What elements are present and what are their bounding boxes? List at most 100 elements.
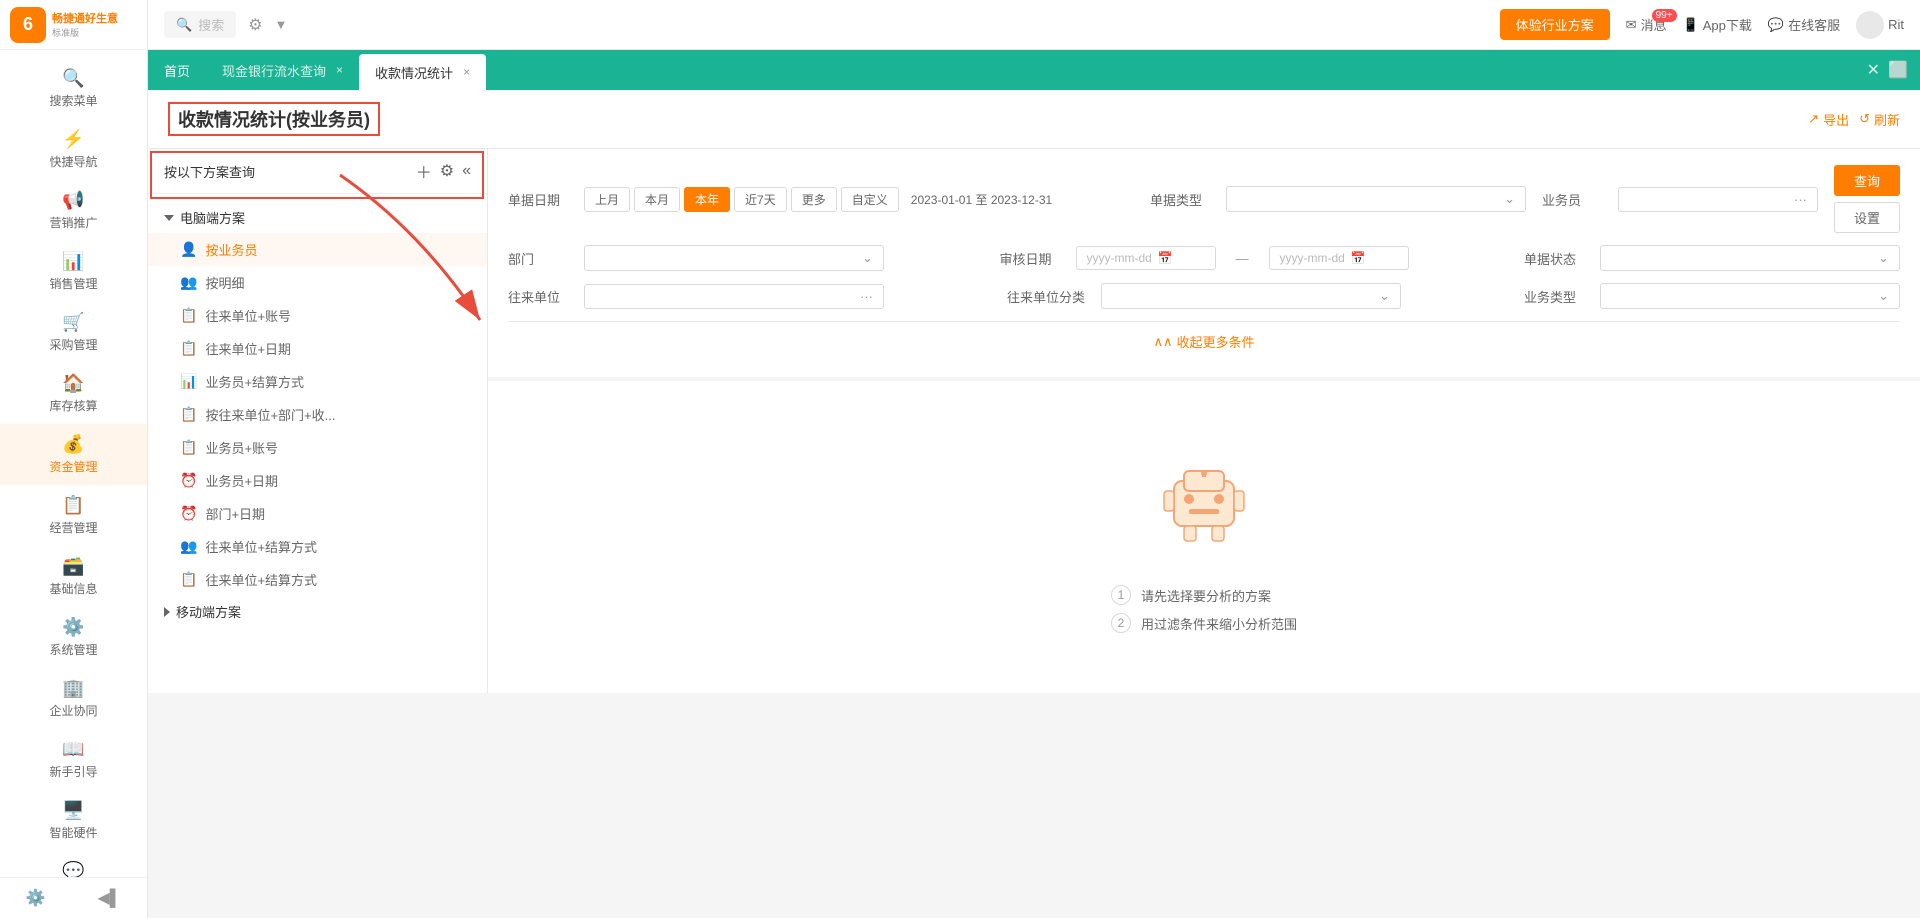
partner-dept-label: 按往来单位+部门+收...	[205, 405, 335, 424]
sidebar-item-wechat[interactable]: 💬 企业微信	[0, 851, 147, 877]
scheme-item-partner-settlement1[interactable]: 👥 往来单位+结算方式	[148, 530, 487, 563]
avatar	[1856, 11, 1884, 39]
close-bank-flow-icon[interactable]: ×	[336, 63, 343, 77]
topbar: 🔍 搜索 ⚙ ▼ 体验行业方案 ✉ 消息 99+ 📱 App下载 💬 在线客服	[148, 0, 1920, 50]
salesman-date-label: 业务员+日期	[205, 471, 278, 490]
tab-collection-stats[interactable]: 收款情况统计 ×	[359, 54, 486, 90]
date-btn-7days[interactable]: 近7天	[734, 187, 787, 212]
sidebar-item-operations[interactable]: 📋 经营管理	[0, 485, 147, 546]
sidebar-collapse-btn[interactable]: ◀▌	[98, 888, 122, 908]
close-collection-stats-icon[interactable]: ×	[463, 65, 470, 79]
tab-bank-flow-label: 现金银行流水查询	[222, 61, 326, 80]
download-icon: 📱	[1683, 17, 1699, 33]
sidebar-item-purchase[interactable]: 🛒 采购管理	[0, 302, 147, 363]
partner-settlement2-icon: 📋	[180, 571, 197, 588]
scheme-item-dept-date[interactable]: ⏰ 部门+日期	[148, 497, 487, 530]
online-service-btn[interactable]: 💬 在线客服	[1768, 15, 1840, 34]
online-service-label: 在线客服	[1788, 15, 1840, 34]
salesman-select[interactable]: ···	[1618, 187, 1818, 212]
scheme-item-partner-account[interactable]: 📋 往来单位+账号	[148, 299, 487, 332]
sidebar-item-label: 智能硬件	[49, 824, 97, 841]
sidebar-item-label: 企业协同	[49, 702, 97, 719]
sidebar-item-finance[interactable]: 💰 资金管理	[0, 424, 147, 485]
date-btn-last-month[interactable]: 上月	[584, 187, 630, 212]
sidebar-item-basic-info[interactable]: 🗃️ 基础信息	[0, 546, 147, 607]
set-button[interactable]: 设置	[1834, 202, 1900, 233]
tab-collection-stats-label: 收款情况统计	[375, 63, 453, 82]
topbar-settings-icon[interactable]: ⚙	[248, 15, 262, 35]
wechat-icon: 💬	[62, 861, 84, 877]
detail-scheme-icon: 👥	[180, 274, 197, 291]
tab-home[interactable]: 首页	[148, 50, 206, 90]
messages-badge: 99+	[1652, 9, 1677, 22]
date-btn-this-month[interactable]: 本月	[634, 187, 680, 212]
scheme-item-partner-settlement2[interactable]: 📋 往来单位+结算方式	[148, 563, 487, 596]
scheme-item-salesman-settlement[interactable]: 📊 业务员+结算方式	[148, 365, 487, 398]
date-btn-custom[interactable]: 自定义	[841, 187, 899, 212]
operations-icon: 📋	[62, 495, 84, 516]
add-scheme-btn[interactable]: ＋	[416, 159, 432, 183]
app-download-btn[interactable]: 📱 App下载	[1683, 15, 1752, 34]
audit-date-from[interactable]: yyyy-mm-dd 📅	[1076, 246, 1216, 270]
chevron-down-icon5: ⌄	[1878, 288, 1889, 304]
voucher-type-select[interactable]: ⌄	[1226, 186, 1526, 212]
scheme-group-desktop-title[interactable]: 电脑端方案	[148, 202, 487, 233]
messages-btn[interactable]: ✉ 消息 99+	[1626, 15, 1667, 34]
service-icon: 💬	[1768, 17, 1784, 33]
tab-bank-flow[interactable]: 现金银行流水查询 ×	[206, 50, 359, 90]
expand-desktop-icon	[164, 215, 174, 221]
date-label: 单据日期	[508, 190, 568, 209]
tabbar-actions: ✕ ⬜	[1867, 60, 1920, 80]
business-type-label: 业务类型	[1524, 287, 1584, 306]
basic-info-icon: 🗃️	[62, 556, 84, 577]
close-window-btn[interactable]: ✕	[1867, 60, 1880, 80]
scheme-item-salesman-date[interactable]: ⏰ 业务员+日期	[148, 464, 487, 497]
sidebar-settings-btn[interactable]: ⚙️	[26, 888, 46, 908]
export-icon: ↗	[1808, 111, 1819, 127]
dept-select[interactable]: ⌄	[584, 245, 884, 271]
voucher-status-select[interactable]: ⌄	[1600, 245, 1900, 271]
scheme-item-partner-dept[interactable]: 📋 按往来单位+部门+收...	[148, 398, 487, 431]
query-button[interactable]: 查询	[1834, 165, 1900, 196]
search-bar[interactable]: 🔍 搜索	[164, 11, 236, 38]
sidebar-item-guide[interactable]: 📖 新手引导	[0, 729, 147, 790]
collapse-panel-btn[interactable]: «	[462, 162, 471, 180]
date-btn-more[interactable]: 更多	[791, 187, 837, 212]
sidebar-item-search[interactable]: 🔍 搜索菜单	[0, 58, 147, 119]
salesman-settlement-icon: 📊	[180, 373, 197, 390]
scheme-group-mobile-title[interactable]: 移动端方案	[148, 596, 487, 627]
user-name: Rit	[1888, 17, 1904, 32]
query-actions: 查询 设置	[1834, 165, 1900, 233]
scheme-item-salesman-account[interactable]: 📋 业务员+账号	[148, 431, 487, 464]
chevron-left-icon: «	[462, 162, 471, 180]
user-info[interactable]: Rit	[1856, 11, 1904, 39]
collapse-bar[interactable]: ∧∧ 收起更多条件	[508, 321, 1900, 361]
sidebar-item-inventory[interactable]: 🏠 库存核算	[0, 363, 147, 424]
trial-button[interactable]: 体验行业方案	[1500, 9, 1610, 40]
export-button[interactable]: ↗ 导出	[1808, 110, 1849, 129]
sidebar-item-system[interactable]: ⚙️ 系统管理	[0, 607, 147, 668]
scheme-section: 电脑端方案 👤 按业务员 👥 按明细 📋 往来单位+账号	[148, 194, 487, 635]
partner-classification-select[interactable]: ⌄	[1101, 283, 1401, 309]
scheme-item-by-detail[interactable]: 👥 按明细	[148, 266, 487, 299]
settings-scheme-btn[interactable]: ⚙	[440, 161, 454, 181]
business-type-select[interactable]: ⌄	[1600, 283, 1900, 309]
body-layout: 按以下方案查询 ＋ ⚙ «	[148, 149, 1920, 693]
maximize-btn[interactable]: ⬜	[1888, 60, 1908, 80]
sidebar-item-enterprise[interactable]: 🏢 企业协同	[0, 668, 147, 729]
refresh-button[interactable]: ↺ 刷新	[1859, 110, 1900, 129]
empty-step-2-label: 用过滤条件来缩小分析范围	[1141, 614, 1297, 633]
sidebar-item-hardware[interactable]: 🖥️ 智能硬件	[0, 790, 147, 851]
search-icon: 🔍	[62, 68, 84, 89]
sidebar-item-sales[interactable]: 📊 销售管理	[0, 241, 147, 302]
scheme-item-by-salesman[interactable]: 👤 按业务员	[148, 233, 487, 266]
date-btn-this-year[interactable]: 本年	[684, 187, 730, 212]
scheme-item-partner-date[interactable]: 📋 往来单位+日期	[148, 332, 487, 365]
audit-date-to[interactable]: yyyy-mm-dd 📅	[1269, 246, 1409, 270]
topbar-dropdown-icon[interactable]: ▼	[275, 17, 288, 32]
partner-select[interactable]: ···	[584, 284, 884, 309]
sidebar-item-quicknav[interactable]: ⚡ 快捷导航	[0, 119, 147, 180]
hardware-icon: 🖥️	[62, 800, 84, 821]
partner-dept-icon: 📋	[180, 406, 197, 423]
sidebar-item-marketing[interactable]: 📢 营销推广	[0, 180, 147, 241]
